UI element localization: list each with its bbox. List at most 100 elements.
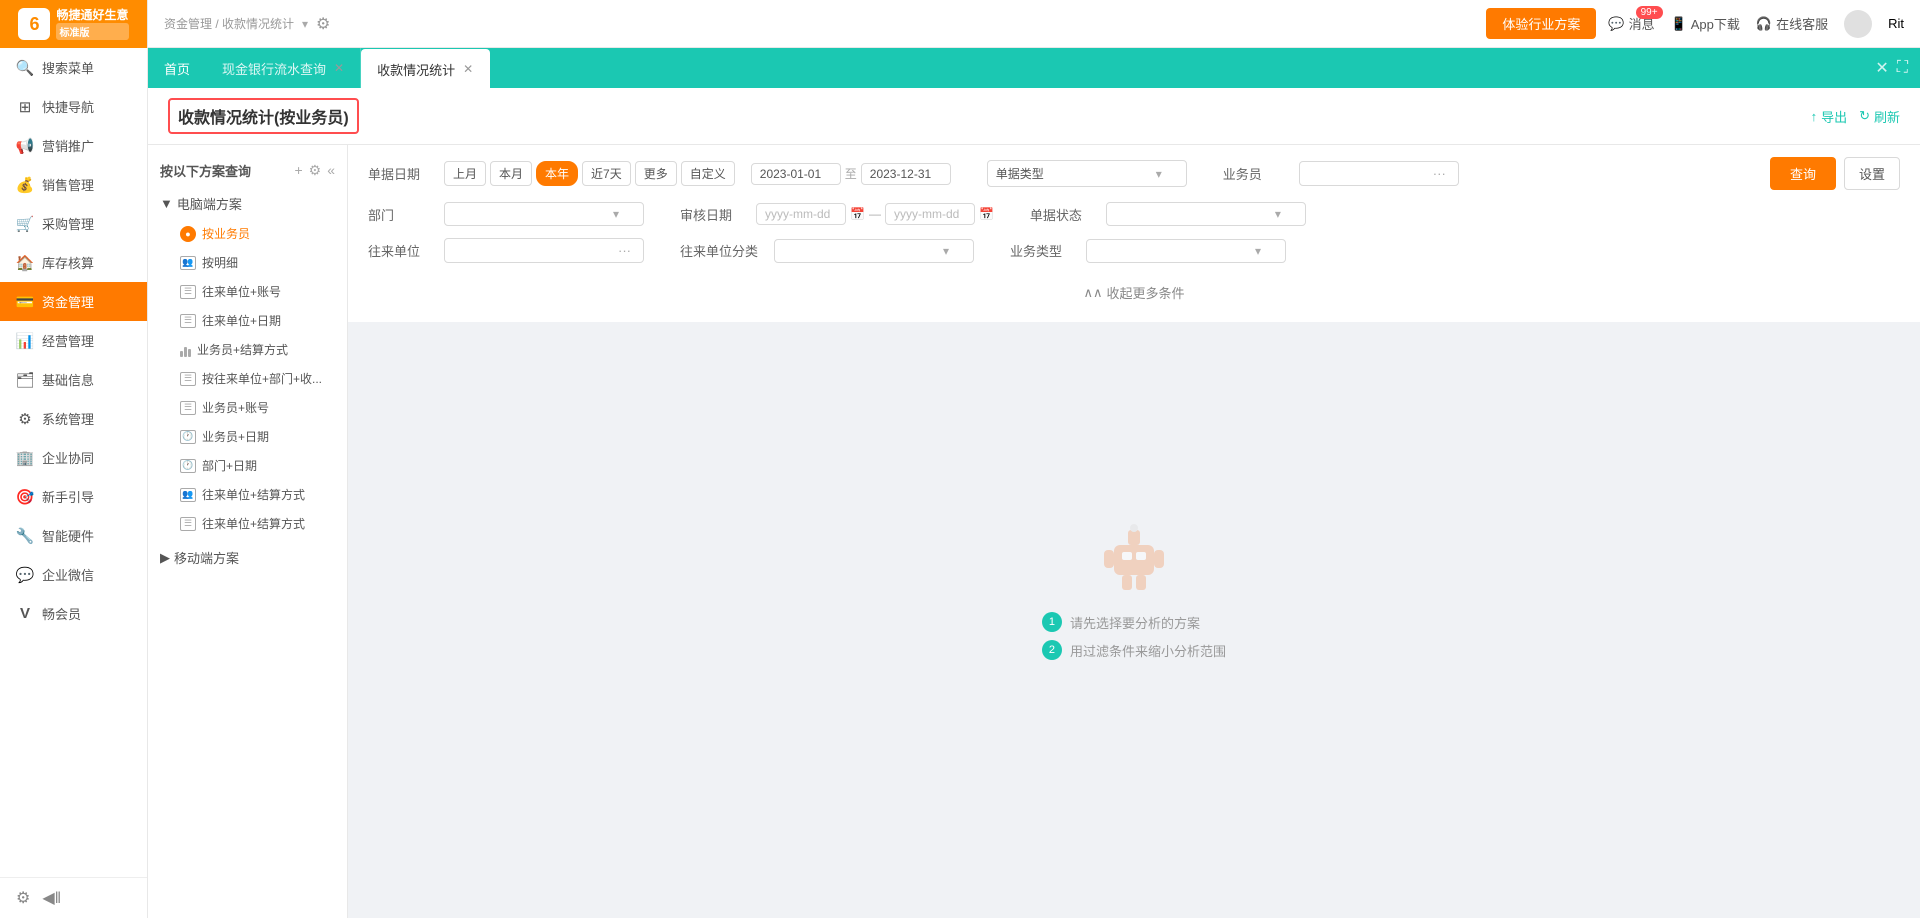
body-area: 按以下方案查询 + ⚙ « ▼ 电脑端方案 ● 按业务员 [148, 145, 1920, 918]
message-action[interactable]: 💬 消息 99+ [1608, 14, 1654, 33]
review-date-label: 审核日期 [680, 205, 740, 224]
salesman-more-btn[interactable]: ··· [1429, 166, 1450, 181]
query-button[interactable]: 查询 [1770, 157, 1836, 190]
schema-item-salesman-date[interactable]: 🕐 业务员+日期 [152, 422, 343, 451]
sidebar-item-quicknav[interactable]: ⊞ 快捷导航 [0, 87, 147, 126]
date-this-year[interactable]: 本年 [536, 161, 578, 186]
schema-item-partner-dept-label: 按往来单位+部门+收... [202, 370, 322, 387]
date-to-input[interactable]: 2023-12-31 [861, 163, 951, 185]
partner-settlement2-icon: ☰ [180, 517, 196, 531]
sidebar-item-corp[interactable]: 🏢 企业协同 [0, 438, 147, 477]
doc-status-select[interactable]: ▾ [1106, 202, 1306, 226]
step-1-text: 请先选择要分析的方案 [1070, 613, 1200, 632]
empty-state: 1 请先选择要分析的方案 2 用过滤条件来缩小分析范围 [348, 322, 1920, 918]
empty-step-2: 2 用过滤条件来缩小分析范围 [1042, 640, 1226, 660]
sidebar-label-system: 系统管理 [42, 409, 94, 428]
date-last-month[interactable]: 上月 [444, 161, 486, 186]
sidebar-item-guide[interactable]: 🎯 新手引导 [0, 477, 147, 516]
tab-bank[interactable]: 现金银行流水查询 ✕ [206, 48, 361, 88]
doc-type-select[interactable]: 单据类型 ▾ [987, 160, 1187, 187]
sidebar-label-finance: 资金管理 [42, 292, 94, 311]
step-2-text: 用过滤条件来缩小分析范围 [1070, 641, 1226, 660]
sidebar-item-purchase[interactable]: 🛒 采购管理 [0, 204, 147, 243]
date-this-month[interactable]: 本月 [490, 161, 532, 186]
date-more[interactable]: 更多 [635, 161, 677, 186]
date-custom[interactable]: 自定义 [681, 161, 735, 186]
salesman-date-icon: 🕐 [180, 430, 196, 444]
trial-button[interactable]: 体验行业方案 [1486, 8, 1596, 39]
online-service-label: 在线客服 [1776, 14, 1828, 33]
sidebar-item-wechat[interactable]: 💬 企业微信 [0, 555, 147, 594]
sidebar-item-warehouse[interactable]: 🏠 库存核算 [0, 243, 147, 282]
mobile-group-title[interactable]: ▶ 移动端方案 [148, 542, 347, 573]
review-date-from[interactable]: yyyy-mm-dd [756, 203, 846, 225]
collapse-panel-btn[interactable]: « [327, 162, 335, 179]
header-gear-btn[interactable]: ⚙ [316, 14, 330, 34]
schema-item-partner-settlement1[interactable]: 👥 往来单位+结算方式 [152, 480, 343, 509]
user-name: Rit [1888, 16, 1904, 31]
sidebar-item-basic[interactable]: 🗂 基础信息 [0, 360, 147, 399]
schema-item-partner-account[interactable]: ☰ 往来单位+账号 [152, 277, 343, 306]
refresh-icon: ↻ [1859, 108, 1870, 124]
sidebar-item-sales[interactable]: 💰 销售管理 [0, 165, 147, 204]
biz-type-select[interactable]: ▾ [1086, 239, 1286, 263]
schema-item-partner-dept[interactable]: ☰ 按往来单位+部门+收... [152, 364, 343, 393]
add-schema-btn[interactable]: + [294, 162, 302, 179]
panel-header-icons: + ⚙ « [294, 162, 335, 179]
sidebar-item-search[interactable]: 🔍 搜索菜单 [0, 48, 147, 87]
schema-item-partner-settlement2[interactable]: ☰ 往来单位+结算方式 [152, 509, 343, 538]
detail-icon: 👥 [180, 256, 196, 270]
breadcrumb: 资金管理 / 收款情况统计 [164, 15, 294, 32]
setting-button[interactable]: 设置 [1844, 157, 1900, 190]
schema-item-salesman-settlement[interactable]: 业务员+结算方式 [152, 335, 343, 364]
collapse-filter-btn[interactable]: ∧∧ 收起更多条件 [368, 275, 1900, 310]
sidebar-item-finance[interactable]: 💳 资金管理 [0, 282, 147, 321]
calendar-icon-to[interactable]: 📅 [979, 207, 994, 221]
schema-item-dept-date[interactable]: 🕐 部门+日期 [152, 451, 343, 480]
system-icon: ⚙ [16, 410, 34, 428]
page-actions: ↑ 导出 ↻ 刷新 [1811, 107, 1900, 126]
tab-receipt-close[interactable]: ✕ [463, 62, 473, 76]
schema-item-partner-date[interactable]: ☰ 往来单位+日期 [152, 306, 343, 335]
content-area: 收款情况统计(按业务员) ↑ 导出 ↻ 刷新 按以下方案查询 + [148, 88, 1920, 918]
tab-receipt[interactable]: 收款情况统计 ✕ [361, 49, 490, 89]
partner-category-select[interactable]: ▾ [774, 239, 974, 263]
tab-expand-btn[interactable]: ⛶ [1897, 59, 1908, 77]
sidebar-item-marketing[interactable]: 📢 营销推广 [0, 126, 147, 165]
partner-more-btn[interactable]: ··· [614, 243, 635, 258]
desktop-group-title[interactable]: ▼ 电脑端方案 [148, 188, 347, 219]
partner-label: 往来单位 [368, 241, 428, 260]
sidebar-item-hardware[interactable]: 🔧 智能硬件 [0, 516, 147, 555]
review-date-to[interactable]: yyyy-mm-dd [885, 203, 975, 225]
sidebar-label-hardware: 智能硬件 [42, 526, 94, 545]
sidebar-item-operation[interactable]: 📊 经营管理 [0, 321, 147, 360]
schema-item-partner-date-label: 往来单位+日期 [202, 312, 281, 329]
refresh-button[interactable]: ↻ 刷新 [1859, 107, 1900, 126]
dept-select[interactable]: ▾ [444, 202, 644, 226]
bottom-collapse-btn[interactable]: ◀‖ [42, 888, 61, 908]
filter-row-2: 部门 ▾ 审核日期 yyyy-mm-dd 📅 — yyyy-mm-dd 📅 [368, 202, 1900, 226]
user-avatar[interactable] [1844, 10, 1872, 38]
schema-item-by-detail[interactable]: 👥 按明细 [152, 248, 343, 277]
date-from-input[interactable]: 2023-01-01 [751, 163, 841, 185]
bottom-settings-btn[interactable]: ⚙ [16, 888, 30, 908]
online-service-action[interactable]: 🎧 在线客服 [1756, 14, 1828, 33]
tab-home[interactable]: 首页 [148, 48, 206, 88]
schema-item-salesman-label: 按业务员 [202, 225, 250, 242]
sidebar-item-system[interactable]: ⚙ 系统管理 [0, 399, 147, 438]
hardware-icon: 🔧 [16, 527, 34, 545]
tab-close-all-btn[interactable]: ✕ [1875, 58, 1888, 78]
desktop-group-label: 电脑端方案 [177, 194, 242, 213]
schema-item-salesman-account[interactable]: ☰ 业务员+账号 [152, 393, 343, 422]
date-7days[interactable]: 近7天 [582, 161, 631, 186]
breadcrumb-dropdown[interactable]: ▾ [302, 17, 308, 31]
marketing-icon: 📢 [16, 137, 34, 155]
setting-schema-btn[interactable]: ⚙ [309, 162, 322, 179]
partner-date-icon: ☰ [180, 314, 196, 328]
tab-bank-close[interactable]: ✕ [334, 61, 344, 75]
calendar-icon-from[interactable]: 📅 [850, 207, 865, 221]
sidebar-item-member[interactable]: V 畅会员 [0, 594, 147, 633]
schema-item-by-salesman[interactable]: ● 按业务员 [152, 219, 343, 248]
app-download-action[interactable]: 📱 App下载 [1671, 14, 1740, 33]
export-button[interactable]: ↑ 导出 [1811, 107, 1848, 126]
